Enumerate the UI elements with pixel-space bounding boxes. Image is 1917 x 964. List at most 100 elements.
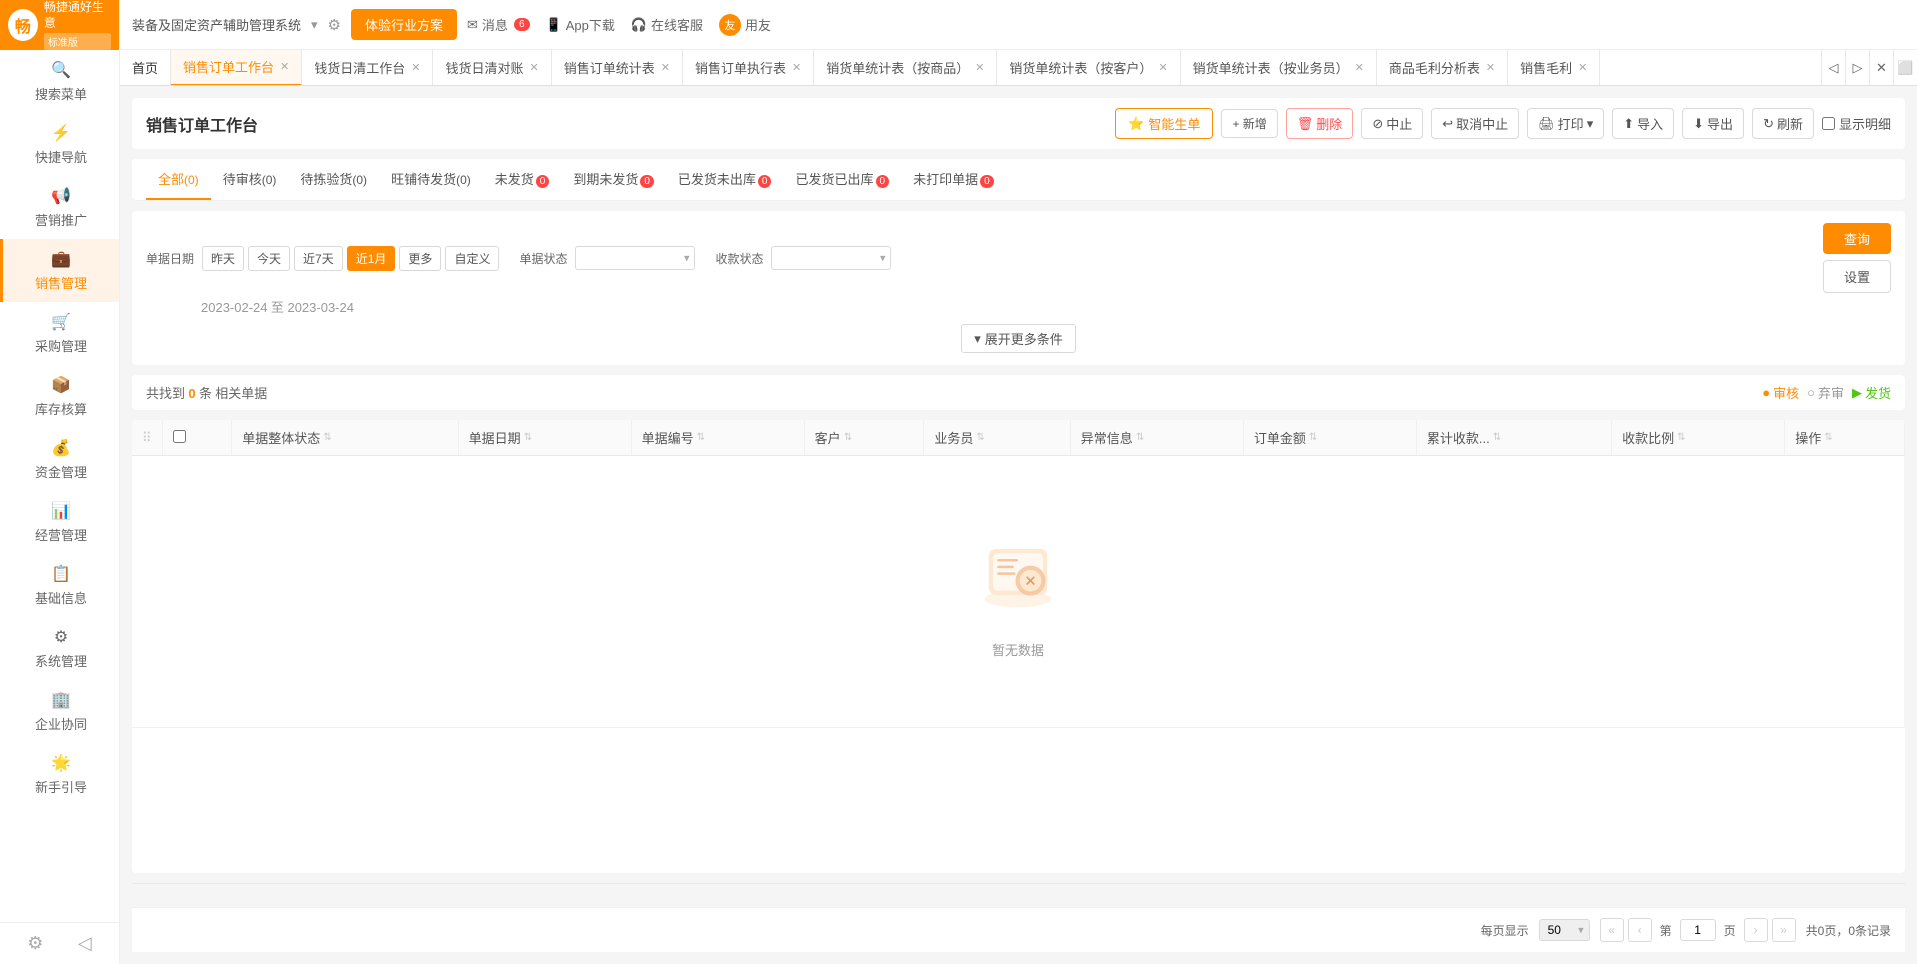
tab-sales_customer[interactable]: 销货单统计表（按客户）✕ bbox=[997, 50, 1180, 86]
cancel-suspend-btn[interactable]: ↩ 取消中止 bbox=[1431, 108, 1519, 139]
date-btn-昨天[interactable]: 昨天 bbox=[202, 246, 244, 271]
delete-btn[interactable]: 🗑 删除 bbox=[1286, 108, 1354, 139]
export-btn[interactable]: ⬇ 导出 bbox=[1682, 108, 1744, 139]
sort-status[interactable]: 单据整体状态⇅ bbox=[242, 428, 447, 447]
filter-tab-shipped_out[interactable]: 已发货已出库0 bbox=[783, 159, 901, 200]
tab-sales_product[interactable]: 销货单统计表（按商品）✕ bbox=[814, 50, 997, 86]
tab-sales_workbench[interactable]: 销售订单工作台✕ bbox=[171, 50, 302, 86]
settings-icon[interactable]: ⚙ bbox=[27, 933, 43, 954]
tab-sales_stats[interactable]: 销售订单统计表✕ bbox=[552, 50, 683, 86]
sidebar-item-quick[interactable]: ⚡快捷导航 bbox=[0, 113, 119, 176]
tab-sales_exec[interactable]: 销售订单执行表✕ bbox=[683, 50, 814, 86]
status-select[interactable] bbox=[575, 246, 695, 270]
col-date: 单据日期⇅ bbox=[458, 420, 631, 456]
sidebar-item-basic[interactable]: 📋基础信息 bbox=[0, 554, 119, 617]
page-size-select[interactable]: 50 10 20 100 bbox=[1539, 919, 1590, 941]
new-btn[interactable]: + 新增 bbox=[1221, 109, 1277, 138]
sidebar-item-purchase[interactable]: 🛒采购管理 bbox=[0, 302, 119, 365]
review-btn[interactable]: ● 审核 bbox=[1762, 383, 1799, 402]
tab-close-margin[interactable]: ✕ bbox=[1486, 61, 1495, 74]
tab-cash_daily[interactable]: 钱货日清工作台✕ bbox=[302, 50, 433, 86]
tab-close-sales_product[interactable]: ✕ bbox=[975, 61, 984, 74]
revoke-btn[interactable]: ○ 弃审 bbox=[1807, 383, 1844, 402]
message-btn[interactable]: ✉ 消息 6 bbox=[467, 15, 529, 34]
date-btn-近1月[interactable]: 近1月 bbox=[347, 246, 396, 271]
filter-tab-wangpu_pending[interactable]: 旺铺待发货(0) bbox=[379, 159, 483, 200]
date-btn-今天[interactable]: 今天 bbox=[248, 246, 290, 271]
filter-tab-pending_inspect[interactable]: 待拣验货(0) bbox=[288, 159, 379, 200]
expand-btn[interactable]: ▾ 展开更多条件 bbox=[961, 324, 1076, 353]
tab-sales_staff[interactable]: 销货单统计表（按业务员）✕ bbox=[1181, 50, 1377, 86]
payment-select[interactable] bbox=[771, 246, 891, 270]
app-download-btn[interactable]: 📱 App下载 bbox=[546, 15, 615, 34]
tab-sales_profit[interactable]: 销售毛利✕ bbox=[1508, 50, 1600, 86]
tab-maximize[interactable]: ⬜ bbox=[1893, 50, 1917, 86]
tab-close-all[interactable]: ✕ bbox=[1869, 50, 1893, 86]
filter-tab-not_shipped[interactable]: 未发货0 bbox=[483, 159, 562, 200]
sidebar-item-system[interactable]: ⚙系统管理 bbox=[0, 617, 119, 680]
sort-collected[interactable]: 累计收款...⇅ bbox=[1427, 428, 1601, 447]
date-btn-近7天[interactable]: 近7天 bbox=[294, 246, 343, 271]
tab-close-sales_profit[interactable]: ✕ bbox=[1578, 61, 1587, 74]
select-all-checkbox[interactable] bbox=[173, 430, 186, 443]
sort-staff[interactable]: 业务员⇅ bbox=[934, 428, 1059, 447]
sidebar-item-marketing[interactable]: 📢营销推广 bbox=[0, 176, 119, 239]
setting-btn[interactable]: 设置 bbox=[1823, 260, 1891, 293]
sidebar-item-enterprise[interactable]: 🏢企业协同 bbox=[0, 680, 119, 743]
filter-tab-all[interactable]: 全部(0) bbox=[146, 159, 211, 200]
sidebar-item-guide[interactable]: 🌟新手引导 bbox=[0, 743, 119, 806]
sidebar-item-inventory[interactable]: 📦库存核算 bbox=[0, 365, 119, 428]
show-detail-toggle[interactable]: 显示明细 bbox=[1822, 114, 1891, 133]
sort-action[interactable]: 操作⇅ bbox=[1795, 428, 1894, 447]
date-btn-自定义[interactable]: 自定义 bbox=[445, 246, 499, 271]
first-page-btn[interactable]: « bbox=[1600, 918, 1624, 942]
prev-page-btn[interactable]: ‹ bbox=[1628, 918, 1652, 942]
online-support-btn[interactable]: 🎧 在线客服 bbox=[631, 15, 703, 34]
sidebar-item-operations[interactable]: 📊经营管理 bbox=[0, 491, 119, 554]
user-menu-btn[interactable]: 友 用友 bbox=[719, 14, 771, 36]
tab-close-sales_stats[interactable]: ✕ bbox=[661, 61, 670, 74]
tab-home[interactable]: 首页 bbox=[120, 50, 171, 86]
import-btn[interactable]: ⬆ 导入 bbox=[1612, 108, 1674, 139]
collapse-icon[interactable]: ◁ bbox=[78, 933, 92, 954]
horizontal-scrollbar[interactable] bbox=[132, 883, 1905, 897]
filter-tab-pending_review[interactable]: 待审核(0) bbox=[211, 159, 289, 200]
industry-btn[interactable]: 体验行业方案 bbox=[351, 9, 457, 40]
print-btn[interactable]: 🖨 打印 ▾ bbox=[1527, 108, 1604, 139]
filter-tab-shipped_not_out[interactable]: 已发货未出库0 bbox=[666, 159, 784, 200]
smart-create-btn[interactable]: ⭐ 智能生单 bbox=[1115, 108, 1213, 139]
tab-margin[interactable]: 商品毛利分析表✕ bbox=[1377, 50, 1508, 86]
tab-close-sales_customer[interactable]: ✕ bbox=[1158, 61, 1167, 74]
next-page-btn[interactable]: › bbox=[1744, 918, 1768, 942]
tab-cash_reconcile[interactable]: 钱货日清对账✕ bbox=[433, 50, 551, 86]
last-page-btn[interactable]: » bbox=[1772, 918, 1796, 942]
sort-abnormal[interactable]: 异常信息⇅ bbox=[1081, 428, 1233, 447]
date-btn-更多[interactable]: 更多 bbox=[399, 246, 441, 271]
sort-ratio[interactable]: 收款比例⇅ bbox=[1622, 428, 1774, 447]
sidebar-item-finance[interactable]: 💰资金管理 bbox=[0, 428, 119, 491]
page-input[interactable] bbox=[1680, 919, 1716, 941]
topbar-dropdown-icon[interactable]: ▾ bbox=[311, 17, 318, 33]
sort-customer[interactable]: 客户⇅ bbox=[815, 428, 914, 447]
sidebar-item-search[interactable]: 🔍搜索菜单 bbox=[0, 50, 119, 113]
tab-close-sales_workbench[interactable]: ✕ bbox=[280, 60, 289, 73]
sidebar-item-sales[interactable]: 💼销售管理 bbox=[0, 239, 119, 302]
tab-close-cash_reconcile[interactable]: ✕ bbox=[530, 61, 539, 74]
tab-scroll-right[interactable]: ▷ bbox=[1845, 50, 1869, 86]
tab-close-sales_exec[interactable]: ✕ bbox=[792, 61, 801, 74]
sort-number[interactable]: 单据编号⇅ bbox=[642, 428, 794, 447]
filter-tab-expired_not_shipped[interactable]: 到期未发货0 bbox=[561, 159, 666, 200]
sort-date[interactable]: 单据日期⇅ bbox=[469, 428, 621, 447]
query-btn[interactable]: 查询 bbox=[1823, 223, 1891, 254]
tab-scroll-left[interactable]: ◁ bbox=[1821, 50, 1845, 86]
suspend-btn[interactable]: ⊘ 中止 bbox=[1361, 108, 1423, 139]
tab-close-cash_daily[interactable]: ✕ bbox=[411, 61, 420, 74]
col-checkbox[interactable] bbox=[162, 420, 232, 456]
sort-amount[interactable]: 订单金额⇅ bbox=[1254, 428, 1406, 447]
gear-icon[interactable]: ⚙ bbox=[328, 16, 341, 34]
show-detail-checkbox[interactable] bbox=[1822, 117, 1835, 130]
tab-close-sales_staff[interactable]: ✕ bbox=[1355, 61, 1364, 74]
ship-btn[interactable]: ▶ 发货 bbox=[1852, 383, 1891, 402]
refresh-btn[interactable]: ↻ 刷新 bbox=[1752, 108, 1814, 139]
filter-tab-not_printed[interactable]: 未打印单据0 bbox=[901, 159, 1006, 200]
